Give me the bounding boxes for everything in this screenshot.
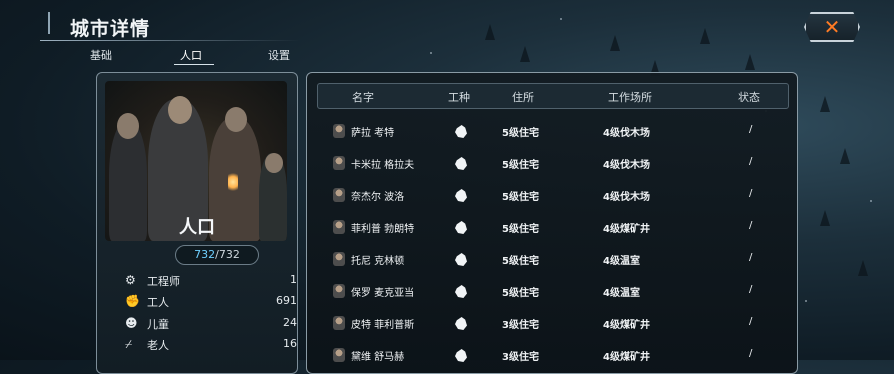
citizen-workplace: 4级伐木场 <box>603 160 650 171</box>
citizen-status: / <box>749 124 753 135</box>
worker-fist-icon <box>455 189 467 202</box>
citizen-avatar <box>333 316 345 330</box>
citizen-name: 托尼 克林顿 <box>351 256 405 267</box>
table-row[interactable]: 卡米拉 格拉夫 5级住宅 4级伐木场 / <box>317 147 787 179</box>
citizen-home: 3级住宅 <box>502 352 539 363</box>
table-row[interactable]: 萨拉 考特 5级住宅 4级伐木场 / <box>317 115 787 147</box>
worker-fist-icon <box>455 125 467 138</box>
tab-basic[interactable]: 基础 <box>90 47 112 63</box>
population-count: 732/732 <box>175 245 259 265</box>
citizen-name: 皮特 菲利普斯 <box>351 320 415 331</box>
citizen-home: 3级住宅 <box>502 320 539 331</box>
citizen-workplace: 4级煤矿井 <box>603 224 650 235</box>
worker-fist-icon <box>455 349 467 362</box>
citizen-name: 菲利普 勃朗特 <box>351 224 415 235</box>
stat-engineer: ⚙ 工程师 1 <box>125 273 297 288</box>
page-title: 城市详情 <box>70 18 151 40</box>
child-icon: ☻ <box>125 316 138 330</box>
citizen-workplace: 4级煤矿井 <box>603 320 650 331</box>
table-row[interactable]: 菲利普 勃朗特 5级住宅 4级煤矿井 / <box>317 211 787 243</box>
tab-settings[interactable]: 设置 <box>268 47 290 63</box>
population-current: 732 <box>194 248 216 261</box>
citizen-status: / <box>749 316 753 327</box>
header-job[interactable]: 工种 <box>448 89 470 105</box>
citizen-workplace: 4级煤矿井 <box>603 352 650 363</box>
tab-active-indicator <box>174 64 214 65</box>
citizen-workplace: 4级温室 <box>603 256 640 267</box>
stat-worker: ✊ 工人 691 <box>125 294 297 309</box>
citizen-workplace: 4级温室 <box>603 288 640 299</box>
citizen-name: 萨拉 考特 <box>351 128 395 139</box>
citizen-status: / <box>749 348 753 359</box>
citizen-table-panel: 名字 工种 住所 工作场所 状态 萨拉 考特 5级住宅 4级伐木场 / 卡米拉 … <box>306 72 798 374</box>
close-button[interactable]: ✕ <box>804 12 860 42</box>
worker-fist-icon: ✊ <box>125 294 140 308</box>
population-label: 人口 <box>179 217 215 238</box>
tab-population[interactable]: 人口 <box>180 47 202 63</box>
title-divider <box>40 40 300 41</box>
stat-child: ☻ 儿童 24 <box>125 316 297 331</box>
table-row[interactable]: 保罗 麦克亚当 5级住宅 4级温室 / <box>317 275 787 307</box>
header-workplace[interactable]: 工作场所 <box>608 89 652 105</box>
citizen-home: 5级住宅 <box>502 160 539 171</box>
citizen-home: 5级住宅 <box>502 256 539 267</box>
header-home[interactable]: 住所 <box>512 89 534 105</box>
engineer-gear-icon: ⚙ <box>125 273 136 287</box>
close-x-icon: ✕ <box>823 15 841 39</box>
worker-fist-icon <box>455 317 467 330</box>
citizen-home: 5级住宅 <box>502 192 539 203</box>
worker-fist-icon <box>455 157 467 170</box>
worker-fist-icon <box>455 253 467 266</box>
table-row[interactable]: 奈杰尔 波洛 5级住宅 4级伐木场 / <box>317 179 787 211</box>
citizen-avatar <box>333 220 345 234</box>
citizen-avatar <box>333 284 345 298</box>
citizen-avatar <box>333 252 345 266</box>
citizen-workplace: 4级伐木场 <box>603 128 650 139</box>
table-row[interactable]: 托尼 克林顿 5级住宅 4级温室 / <box>317 243 787 275</box>
population-total: 732 <box>218 248 240 261</box>
citizen-name: 黛维 舒马赫 <box>351 352 405 363</box>
title-decoration <box>48 12 66 34</box>
citizen-workplace: 4级伐木场 <box>603 192 650 203</box>
citizen-status: / <box>749 156 753 167</box>
citizen-name: 奈杰尔 波洛 <box>351 192 405 203</box>
citizen-name: 卡米拉 格拉夫 <box>351 160 415 171</box>
header-name[interactable]: 名字 <box>352 89 374 105</box>
header-status[interactable]: 状态 <box>738 89 760 105</box>
citizen-avatar <box>333 156 345 170</box>
table-header: 名字 工种 住所 工作场所 状态 <box>317 83 789 109</box>
table-row[interactable]: 黛维 舒马赫 3级住宅 4级煤矿井 / <box>317 339 787 371</box>
stat-elder: ⌿ 老人 16 <box>125 337 297 352</box>
elder-cane-icon: ⌿ <box>125 337 133 351</box>
worker-fist-icon <box>455 221 467 234</box>
population-summary-panel: 人口 732/732 ⚙ 工程师 1 ✊ 工人 691 ☻ 儿童 24 ⌿ 老人… <box>96 72 298 374</box>
citizen-home: 5级住宅 <box>502 288 539 299</box>
tab-bar: 基础 人口 设置 <box>60 44 320 66</box>
citizen-home: 5级住宅 <box>502 128 539 139</box>
citizen-avatar <box>333 188 345 202</box>
citizen-name: 保罗 麦克亚当 <box>351 288 415 299</box>
citizen-status: / <box>749 252 753 263</box>
citizen-home: 5级住宅 <box>502 224 539 235</box>
worker-fist-icon <box>455 285 467 298</box>
citizen-status: / <box>749 188 753 199</box>
header-bar: 城市详情 ✕ <box>0 0 894 44</box>
citizen-status: / <box>749 284 753 295</box>
table-row[interactable]: 皮特 菲利普斯 3级住宅 4级煤矿井 / <box>317 307 787 339</box>
citizen-status: / <box>749 220 753 231</box>
citizen-avatar <box>333 124 345 138</box>
